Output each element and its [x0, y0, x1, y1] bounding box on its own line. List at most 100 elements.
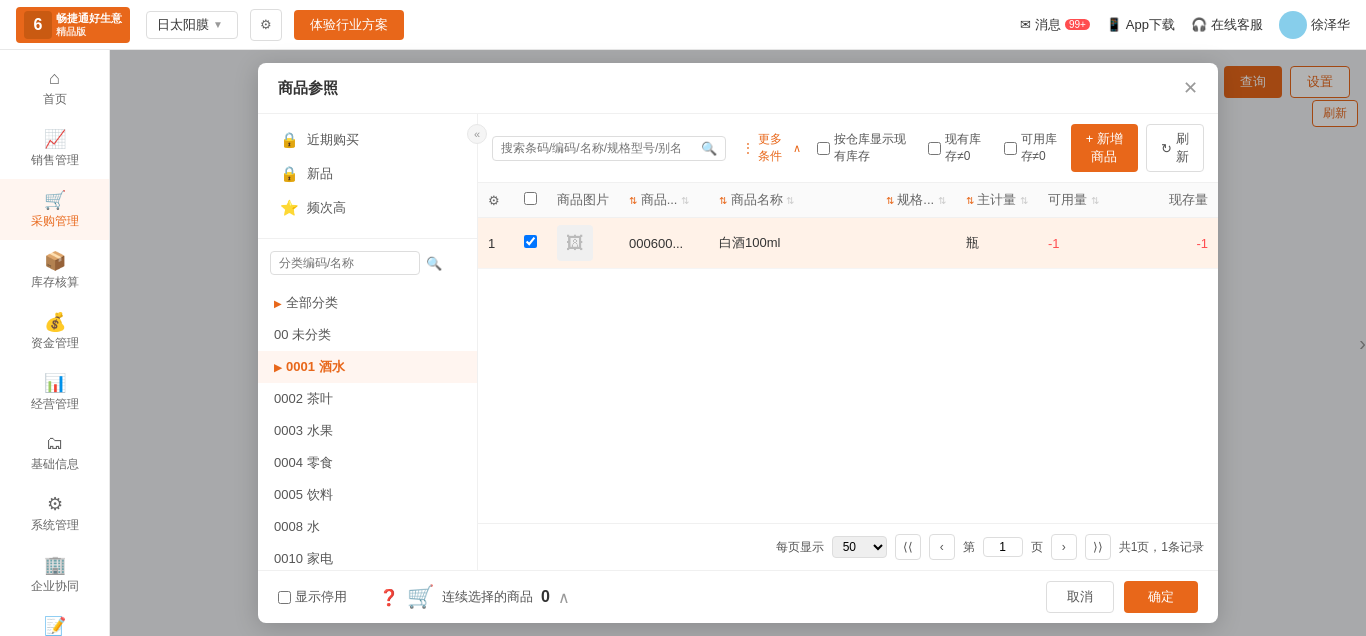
filter-button[interactable]: ⋮ 更多条件 ∧ [734, 127, 809, 169]
logo-icon: 6 [24, 11, 52, 39]
nav-recent[interactable]: 🔒 近期购买 [270, 124, 465, 156]
cart-icon[interactable]: 🛒 [407, 584, 434, 610]
message-button[interactable]: ✉ 消息 99+ [1020, 16, 1090, 34]
checkbox-stock[interactable] [928, 142, 941, 155]
row-spec [876, 218, 956, 269]
filter-checkboxes: 按仓库显示现有库存 现有库存≠0 可用库存≠0 [817, 131, 1062, 165]
app-download-button[interactable]: 📱 App下载 [1106, 16, 1175, 34]
category-0001[interactable]: ▶ 0001 酒水 [258, 351, 477, 383]
row-select-checkbox[interactable] [524, 235, 537, 248]
sidebar-item-enterprise[interactable]: 🏢 企业协同 [0, 544, 109, 605]
chevron-down-icon: ▼ [213, 19, 223, 30]
checkbox-warehouse-label[interactable]: 按仓库显示现有库存 [817, 131, 912, 165]
left-panel: 🔒 近期购买 🔒 新品 ⭐ 频次高 [258, 114, 478, 570]
next-page-button[interactable]: › [1051, 534, 1077, 560]
checkbox-available[interactable] [1004, 142, 1017, 155]
enterprise-icon: 🏢 [44, 554, 66, 576]
sidebar-item-home[interactable]: ⌂ 首页 [0, 58, 109, 118]
checkbox-available-label[interactable]: 可用库存≠0 [1004, 131, 1063, 165]
modal-title: 商品参照 [278, 79, 338, 98]
modal-footer: 显示停用 ❓ 🛒 连续选择的商品 0 ∧ 取消 确定 [258, 570, 1218, 623]
page-size-select[interactable]: 50 10 20 100 [832, 536, 887, 558]
add-product-button[interactable]: + 新增商品 [1071, 124, 1138, 172]
row-name: 白酒100ml [709, 218, 876, 269]
sidebar-item-finance[interactable]: 💰 资金管理 [0, 301, 109, 362]
category-0003[interactable]: 0003 水果 [258, 415, 477, 447]
page-unit: 页 [1031, 539, 1043, 556]
category-0005[interactable]: 0005 饮料 [258, 479, 477, 511]
col-unit[interactable]: ⇅ 主计量 [956, 183, 1038, 218]
col-available[interactable]: 可用量 [1038, 183, 1138, 218]
user-avatar[interactable]: 徐泽华 [1279, 11, 1350, 39]
last-page-button[interactable]: ⟩⟩ [1085, 534, 1111, 560]
image-placeholder-icon: 🖼 [566, 233, 584, 254]
row-available: -1 [1038, 218, 1138, 269]
category-0004[interactable]: 0004 零食 [258, 447, 477, 479]
logo-text: 畅捷通好生意 精品版 [56, 11, 122, 38]
sidebar-item-sales[interactable]: 📈 销售管理 [0, 118, 109, 179]
warehouse-selector[interactable]: 日太阳膜 ▼ [146, 11, 238, 39]
checkbox-warehouse[interactable] [817, 142, 830, 155]
show-disabled-wrap: 显示停用 [278, 588, 347, 606]
message-icon: ✉ [1020, 17, 1031, 32]
category-list: ▶ 全部分类 00 未分类 ▶ 0001 酒水 0002 茶 [258, 283, 477, 570]
modal-body: 🔒 近期购买 🔒 新品 ⭐ 频次高 [258, 114, 1218, 570]
col-code[interactable]: ⇅ 商品... [619, 183, 709, 218]
col-spec[interactable]: ⇅ 规格... [876, 183, 956, 218]
sidebar-item-operations[interactable]: 📊 经营管理 [0, 362, 109, 423]
online-service-button[interactable]: 🎧 在线客服 [1191, 16, 1263, 34]
system-icon: ⚙ [47, 493, 63, 515]
category-00[interactable]: 00 未分类 [258, 319, 477, 351]
operations-icon: 📊 [44, 372, 66, 394]
category-search-input[interactable] [270, 251, 420, 275]
modal-close-button[interactable]: ✕ [1183, 77, 1198, 99]
logo: 6 畅捷通好生意 精品版 [16, 7, 130, 43]
footer-actions: 取消 确定 [1046, 581, 1198, 613]
page-number-input[interactable] [983, 537, 1023, 557]
sidebar-item-guide[interactable]: 📝 新手引导 [0, 605, 109, 636]
col-stock: 现存量 [1138, 183, 1218, 218]
pagination-bar: 每页显示 50 10 20 100 ⟨⟨ ‹ 第 页 [478, 523, 1218, 570]
show-disabled-label: 显示停用 [295, 588, 347, 606]
row-code: 000600... [619, 218, 709, 269]
first-page-button[interactable]: ⟨⟨ [895, 534, 921, 560]
cart-label: 连续选择的商品 [442, 588, 533, 606]
try-industry-button[interactable]: 体验行业方案 [294, 10, 404, 40]
filter-icon: ⋮ [742, 141, 754, 155]
nav-new[interactable]: 🔒 新品 [270, 158, 465, 190]
row-checkbox[interactable] [514, 218, 547, 269]
table-row[interactable]: 1 🖼 000600... 白酒100ml [478, 218, 1218, 269]
nav-frequent[interactable]: ⭐ 频次高 [270, 192, 465, 224]
checkbox-stock-label[interactable]: 现有库存≠0 [928, 131, 987, 165]
category-search-icon[interactable]: 🔍 [426, 256, 442, 271]
cancel-button[interactable]: 取消 [1046, 581, 1114, 613]
sidebar: ⌂ 首页 📈 销售管理 🛒 采购管理 📦 库存核算 💰 资金管理 📊 经营管理 … [0, 50, 110, 636]
panel-collapse-button[interactable]: « [467, 124, 487, 144]
avatar [1279, 11, 1307, 39]
category-0002[interactable]: 0002 茶叶 [258, 383, 477, 415]
product-search-input[interactable] [501, 141, 701, 155]
select-all-checkbox[interactable] [524, 192, 537, 205]
toolbar-right: + 新增商品 ↻ 刷新 [1071, 124, 1204, 172]
home-icon: ⌂ [49, 68, 60, 89]
sidebar-item-system[interactable]: ⚙ 系统管理 [0, 483, 109, 544]
category-0008[interactable]: 0008 水 [258, 511, 477, 543]
category-0010[interactable]: 0010 家电 [258, 543, 477, 570]
show-disabled-checkbox[interactable] [278, 591, 291, 604]
mobile-icon: 📱 [1106, 17, 1122, 32]
product-search-icon[interactable]: 🔍 [701, 141, 717, 156]
sidebar-item-basic[interactable]: 🗂 基础信息 [0, 423, 109, 483]
sidebar-item-inventory[interactable]: 📦 库存核算 [0, 240, 109, 301]
col-settings[interactable]: ⚙ [478, 183, 514, 218]
refresh-button[interactable]: ↻ 刷新 [1146, 124, 1204, 172]
cart-collapse-icon[interactable]: ∧ [558, 588, 570, 607]
col-name[interactable]: ⇅ 商品名称 [709, 183, 876, 218]
col-image: 商品图片 [547, 183, 619, 218]
confirm-button[interactable]: 确定 [1124, 581, 1198, 613]
settings-button[interactable]: ⚙ [250, 9, 282, 41]
prev-page-button[interactable]: ‹ [929, 534, 955, 560]
sidebar-item-purchase[interactable]: 🛒 采购管理 [0, 179, 109, 240]
category-all[interactable]: ▶ 全部分类 [258, 287, 477, 319]
help-icon[interactable]: ❓ [379, 588, 399, 607]
page-label: 第 [963, 539, 975, 556]
